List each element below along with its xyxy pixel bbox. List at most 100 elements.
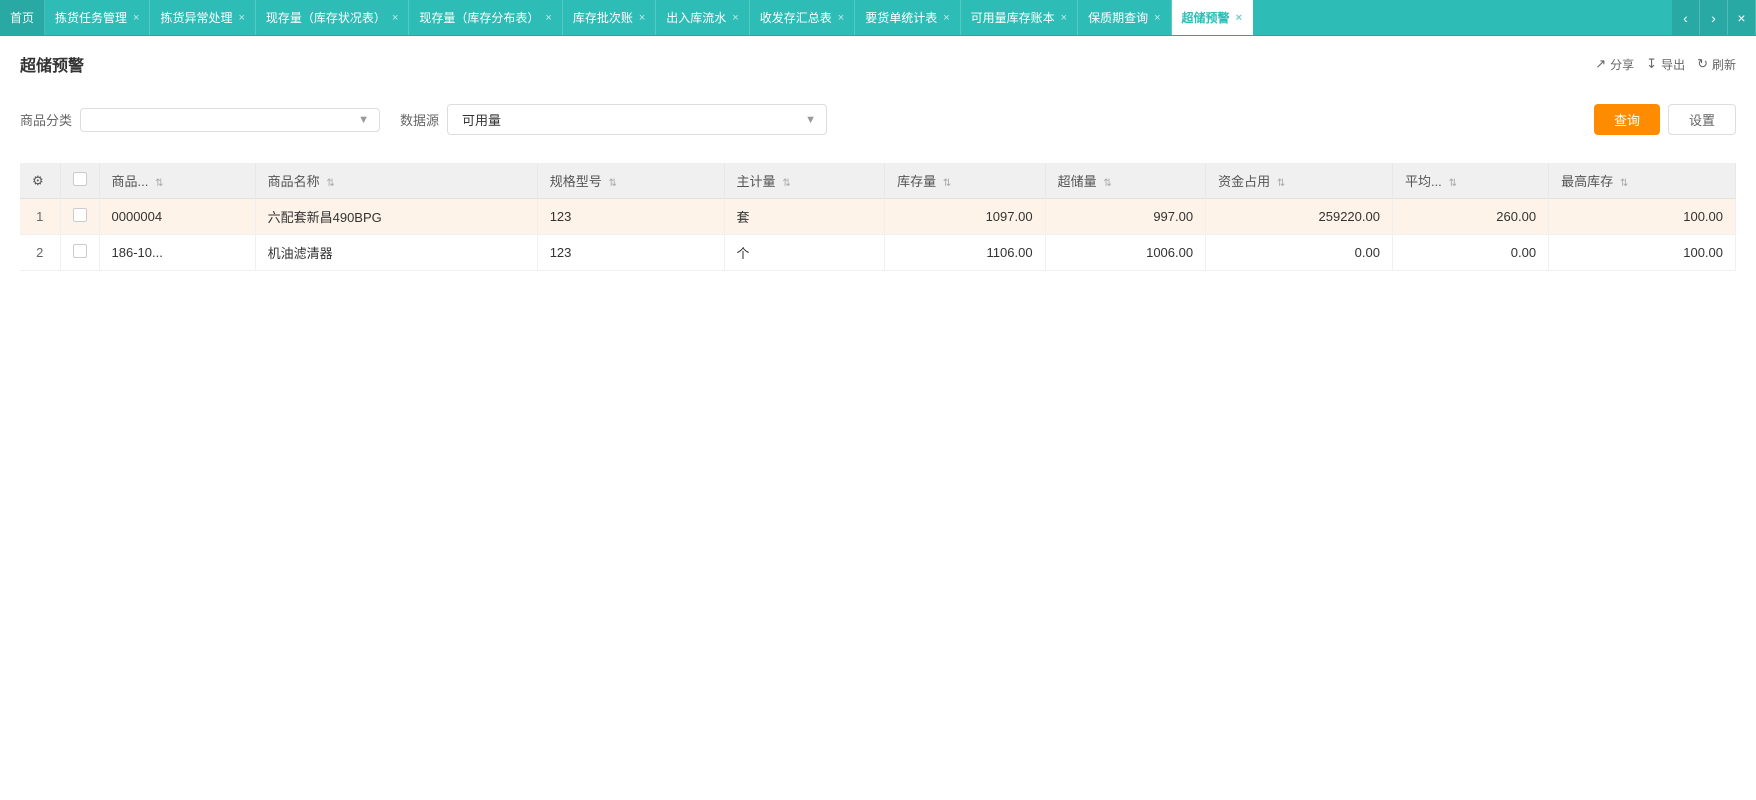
td-stock: 1106.00 (885, 235, 1046, 271)
nav-tab-close[interactable]: × (732, 12, 738, 24)
nav-tab-order-stats[interactable]: 要货单统计表 × (855, 0, 960, 36)
th-product_name[interactable]: 商品名称 ⇅ (255, 163, 537, 199)
top-nav: 首页拣货任务管理 ×拣货异常处理 ×现存量（库存状况表） ×现存量（库存分布表）… (0, 0, 1756, 36)
th-product_code[interactable]: 商品... ⇅ (99, 163, 255, 199)
nav-tab-avail-ledger[interactable]: 可用量库存账本 × (961, 0, 1078, 36)
td-stock: 1097.00 (885, 199, 1046, 235)
table-body: 10000004六配套新昌490BPG123套1097.00997.002592… (20, 199, 1736, 271)
th-stock[interactable]: 库存量 ⇅ (885, 163, 1046, 199)
nav-tab-close[interactable]: × (639, 12, 645, 24)
row-checkbox[interactable] (73, 208, 87, 222)
table-row: 10000004六配套新昌490BPG123套1097.00997.002592… (20, 199, 1736, 235)
nav-tab-close[interactable]: × (1236, 12, 1242, 24)
datasource-value: 可用量 (462, 110, 501, 129)
nav-tab-label: 拣货异常处理 (160, 9, 232, 26)
nav-tab-quality-check[interactable]: 保质期查询 × (1078, 0, 1171, 36)
nav-tab-close[interactable]: × (1154, 12, 1160, 24)
sort-icon-stock: ⇅ (940, 178, 951, 189)
sort-icon-spec: ⇅ (606, 178, 617, 189)
td-product_code: 0000004 (99, 199, 255, 235)
nav-tab-inventory-status[interactable]: 现存量（库存状况表） × (256, 0, 409, 36)
td-index: 1 (20, 199, 60, 235)
refresh-button[interactable]: ↻ 刷新 (1697, 56, 1736, 73)
row-checkbox[interactable] (73, 244, 87, 258)
nav-arrow-right[interactable]: › (1700, 0, 1728, 36)
td-spec: 123 (537, 199, 724, 235)
nav-tab-close[interactable]: × (392, 12, 398, 24)
table-row: 2186-10...机油滤清器123个1106.001006.000.000.0… (20, 235, 1736, 271)
sort-icon-max_stock: ⇅ (1617, 178, 1628, 189)
th-label-max_stock: 最高库存 (1561, 174, 1613, 189)
td-spec: 123 (537, 235, 724, 271)
settings-button[interactable]: 设置 (1668, 104, 1736, 135)
nav-tab-label: 可用量库存账本 (971, 9, 1055, 26)
th-avg[interactable]: 平均... ⇅ (1392, 163, 1548, 199)
nav-tab-label: 现存量（库存状况表） (266, 9, 386, 26)
nav-tab-close[interactable]: × (238, 12, 244, 24)
share-icon: ↗ (1595, 56, 1606, 72)
select-all-checkbox[interactable] (73, 172, 87, 186)
th-label-capital: 资金占用 (1218, 174, 1270, 189)
export-icon: ↧ (1646, 56, 1657, 72)
td-unit: 套 (724, 199, 885, 235)
th-overstock[interactable]: 超储量 ⇅ (1045, 163, 1206, 199)
query-button[interactable]: 查询 (1594, 104, 1660, 135)
nav-tab-home[interactable]: 首页 (0, 0, 45, 36)
nav-tab-close[interactable]: × (943, 12, 949, 24)
export-button[interactable]: ↧ 导出 (1646, 56, 1685, 73)
nav-tab-receive-send[interactable]: 收发存汇总表 × (750, 0, 855, 36)
td-checkbox[interactable] (60, 235, 99, 271)
nav-tab-label: 拣货任务管理 (55, 9, 127, 26)
header-actions: ↗ 分享 ↧ 导出 ↻ 刷新 (1595, 56, 1736, 73)
th-max_stock[interactable]: 最高库存 ⇅ (1549, 163, 1736, 199)
nav-tab-label: 超储预警 (1182, 9, 1230, 26)
th-unit[interactable]: 主计量 ⇅ (724, 163, 885, 199)
td-avg: 260.00 (1392, 199, 1548, 235)
nav-tab-exception[interactable]: 拣货异常处理 × (150, 0, 255, 36)
th-label-spec: 规格型号 (550, 174, 602, 189)
nav-arrow-left[interactable]: ‹ (1672, 0, 1700, 36)
sort-icon-unit: ⇅ (780, 178, 791, 189)
nav-arrows: ‹ › × (1672, 0, 1756, 36)
nav-tab-overstock-warning[interactable]: 超储预警 × (1172, 0, 1253, 36)
th-label-product_name: 商品名称 (268, 174, 320, 189)
sort-icon-product_name: ⇅ (324, 178, 335, 189)
nav-arrow-close[interactable]: × (1728, 0, 1756, 36)
th-capital[interactable]: 资金占用 ⇅ (1206, 163, 1393, 199)
table-container: ⚙商品... ⇅商品名称 ⇅规格型号 ⇅主计量 ⇅库存量 ⇅超储量 ⇅资金占用 … (20, 163, 1736, 271)
td-capital: 0.00 (1206, 235, 1393, 271)
nav-tab-close[interactable]: × (838, 12, 844, 24)
td-max_stock: 100.00 (1549, 235, 1736, 271)
category-dropdown-arrow: ▼ (358, 114, 369, 126)
td-avg: 0.00 (1392, 235, 1548, 271)
category-select[interactable]: ▼ (80, 108, 380, 132)
table-header: ⚙商品... ⇅商品名称 ⇅规格型号 ⇅主计量 ⇅库存量 ⇅超储量 ⇅资金占用 … (20, 163, 1736, 199)
filter-area: 商品分类 ▼ 数据源 可用量 ▼ 查询 设置 (20, 92, 1736, 147)
nav-tab-inventory-dist[interactable]: 现存量（库存分布表） × (409, 0, 562, 36)
sort-icon-capital: ⇅ (1274, 178, 1285, 189)
nav-tab-close[interactable]: × (1061, 12, 1067, 24)
nav-tab-task-mgmt[interactable]: 拣货任务管理 × (45, 0, 150, 36)
td-max_stock: 100.00 (1549, 199, 1736, 235)
th-label-overstock: 超储量 (1058, 174, 1097, 189)
nav-tab-close[interactable]: × (133, 12, 139, 24)
category-label: 商品分类 (20, 110, 72, 129)
th-label-stock: 库存量 (897, 174, 936, 189)
share-button[interactable]: ↗ 分享 (1595, 56, 1634, 73)
td-unit: 个 (724, 235, 885, 271)
nav-tab-inout-flow[interactable]: 出入库流水 × (656, 0, 749, 36)
th-settings: ⚙ (20, 163, 60, 199)
td-checkbox[interactable] (60, 199, 99, 235)
settings-gear-icon[interactable]: ⚙ (32, 173, 44, 188)
nav-tab-close[interactable]: × (545, 12, 551, 24)
datasource-label: 数据源 (400, 110, 439, 129)
th-checkbox (60, 163, 99, 199)
datasource-dropdown-arrow: ▼ (805, 114, 816, 126)
page-header: 超储预警 ↗ 分享 ↧ 导出 ↻ 刷新 (20, 52, 1736, 76)
td-product_code: 186-10... (99, 235, 255, 271)
nav-tab-label: 首页 (10, 9, 34, 26)
datasource-select[interactable]: 可用量 ▼ (447, 104, 827, 135)
data-table: ⚙商品... ⇅商品名称 ⇅规格型号 ⇅主计量 ⇅库存量 ⇅超储量 ⇅资金占用 … (20, 163, 1736, 271)
nav-tab-batch[interactable]: 库存批次账 × (563, 0, 656, 36)
th-spec[interactable]: 规格型号 ⇅ (537, 163, 724, 199)
